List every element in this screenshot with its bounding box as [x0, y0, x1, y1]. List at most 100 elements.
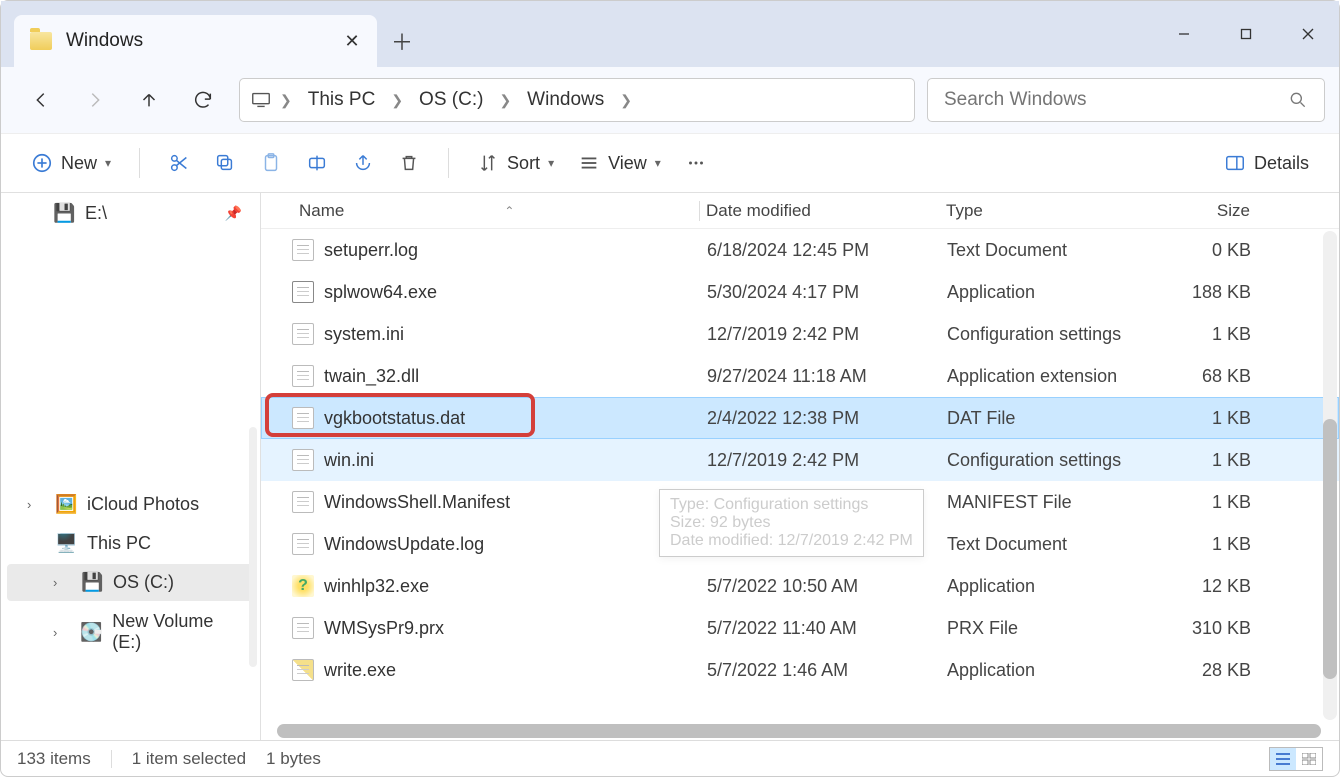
file-icon [292, 533, 314, 555]
file-icon [292, 575, 314, 597]
file-type: Application [947, 576, 1147, 597]
file-size: 188 KB [1147, 282, 1267, 303]
close-tab-button[interactable]: ✕ [343, 32, 361, 50]
drive-icon: 🖥️ [55, 535, 77, 553]
file-list[interactable]: setuperr.log6/18/2024 12:45 PMText Docum… [261, 229, 1339, 740]
monitor-icon [250, 91, 272, 109]
chevron-right-icon[interactable]: ❯ [616, 92, 636, 109]
details-pane-button[interactable]: Details [1214, 143, 1319, 183]
copy-button[interactable] [204, 143, 246, 183]
sidebar-label: New Volume (E:) [112, 611, 242, 653]
column-name[interactable]: Name⌃ [269, 201, 706, 221]
table-row[interactable]: setuperr.log6/18/2024 12:45 PMText Docum… [261, 229, 1339, 271]
sidebar-item[interactable]: › 💽 New Volume (E:) [7, 603, 254, 661]
table-row[interactable]: WindowsShell.Manifest5/7/2022 10:49 AMMA… [261, 481, 1339, 523]
file-panel: Name⌃ Date modified Type Size setuperr.l… [261, 193, 1339, 740]
drive-icon: 💾 [81, 574, 103, 592]
share-button[interactable] [342, 143, 384, 183]
file-name: winhlp32.exe [324, 576, 429, 597]
breadcrumb-seg-0[interactable]: This PC [300, 85, 384, 115]
share-icon [352, 152, 374, 174]
table-row[interactable]: splwow64.exe5/30/2024 4:17 PMApplication… [261, 271, 1339, 313]
sidebar-label: E:\ [85, 203, 107, 224]
maximize-button[interactable] [1215, 1, 1277, 67]
column-size[interactable]: Size [1146, 201, 1266, 221]
sort-asc-icon: ⌃ [504, 204, 514, 218]
new-label: New [61, 153, 97, 174]
file-type: Configuration settings [947, 324, 1147, 345]
paste-button[interactable] [250, 143, 292, 183]
file-size: 28 KB [1147, 660, 1267, 681]
file-icon [292, 617, 314, 639]
table-row[interactable]: winhlp32.exe5/7/2022 10:50 AMApplication… [261, 565, 1339, 607]
active-tab[interactable]: Windows ✕ [14, 15, 377, 67]
sidebar-label: This PC [87, 533, 151, 554]
view-button[interactable]: View ▾ [568, 143, 671, 183]
chevron-right-icon[interactable]: ❯ [495, 92, 515, 109]
table-row[interactable]: vgkbootstatus.dat2/4/2022 12:38 PMDAT Fi… [261, 397, 1339, 439]
file-date: 10/10/2024 12:00 PM [707, 534, 947, 555]
horizontal-scrollbar[interactable] [277, 724, 1321, 738]
file-type: PRX File [947, 618, 1147, 639]
vertical-scrollbar-thumb[interactable] [1323, 419, 1337, 679]
table-row[interactable]: WindowsUpdate.log10/10/2024 12:00 PMText… [261, 523, 1339, 565]
table-row[interactable]: twain_32.dll9/27/2024 11:18 AMApplicatio… [261, 355, 1339, 397]
column-headers: Name⌃ Date modified Type Size [261, 193, 1339, 229]
new-button[interactable]: New ▾ [21, 143, 121, 183]
thumb-view-button[interactable] [1296, 748, 1322, 770]
sidebar-scrollbar[interactable] [249, 427, 257, 667]
file-type: DAT File [947, 408, 1147, 429]
back-button[interactable] [15, 78, 67, 122]
sidebar-item[interactable]: 🖥️ This PC [7, 525, 254, 562]
file-date: 12/7/2019 2:42 PM [707, 450, 947, 471]
sidebar-quick-item[interactable]: 💾 E:\ 📌 [7, 195, 254, 232]
table-row[interactable]: system.ini12/7/2019 2:42 PMConfiguration… [261, 313, 1339, 355]
more-button[interactable] [675, 143, 717, 183]
sidebar-item[interactable]: ›💾OS (C:) [7, 564, 254, 601]
file-icon [292, 659, 314, 681]
details-icon [1224, 152, 1246, 174]
file-size: 1 KB [1147, 534, 1267, 555]
refresh-button[interactable] [177, 78, 229, 122]
file-name: write.exe [324, 660, 396, 681]
chevron-right-icon[interactable]: ❯ [276, 92, 296, 109]
file-type: Application [947, 282, 1147, 303]
details-view-button[interactable] [1270, 748, 1296, 770]
table-row[interactable]: WMSysPr9.prx5/7/2022 11:40 AMPRX File310… [261, 607, 1339, 649]
column-type[interactable]: Type [946, 201, 1146, 221]
status-count: 133 items [17, 749, 91, 769]
breadcrumb-seg-2[interactable]: Windows [519, 85, 612, 115]
drive-icon: 💽 [80, 623, 102, 641]
up-button[interactable] [123, 78, 175, 122]
search-icon [1288, 90, 1308, 110]
close-window-button[interactable] [1277, 1, 1339, 67]
table-row[interactable]: write.exe5/7/2022 1:46 AMApplication28 K… [261, 649, 1339, 691]
sort-label: Sort [507, 153, 540, 174]
column-date[interactable]: Date modified [706, 201, 946, 221]
table-row[interactable]: win.ini12/7/2019 2:42 PMConfiguration se… [261, 439, 1339, 481]
search-box[interactable] [927, 78, 1325, 122]
file-name: twain_32.dll [324, 366, 419, 387]
sidebar-item[interactable]: ›🖼️iCloud Photos [7, 486, 254, 523]
cut-button[interactable] [158, 143, 200, 183]
file-size: 310 KB [1147, 618, 1267, 639]
rename-icon [306, 152, 328, 174]
chevron-right-icon[interactable]: › [53, 625, 70, 640]
sort-button[interactable]: Sort ▾ [467, 143, 564, 183]
chevron-right-icon[interactable]: › [27, 497, 45, 512]
chevron-right-icon[interactable]: › [53, 575, 71, 590]
forward-button[interactable] [69, 78, 121, 122]
minimize-button[interactable] [1153, 1, 1215, 67]
status-size: 1 bytes [266, 749, 321, 769]
file-name: WindowsUpdate.log [324, 534, 484, 555]
plus-circle-icon [31, 152, 53, 174]
trash-icon [398, 152, 420, 174]
search-input[interactable] [944, 89, 1288, 111]
chevron-right-icon[interactable]: ❯ [387, 92, 407, 109]
new-tab-button[interactable]: ＋ [377, 15, 427, 67]
breadcrumb-seg-1[interactable]: OS (C:) [411, 85, 491, 115]
delete-button[interactable] [388, 143, 430, 183]
sidebar-label: iCloud Photos [87, 494, 199, 515]
address-bar[interactable]: ❯ This PC ❯ OS (C:) ❯ Windows ❯ [239, 78, 915, 122]
rename-button[interactable] [296, 143, 338, 183]
